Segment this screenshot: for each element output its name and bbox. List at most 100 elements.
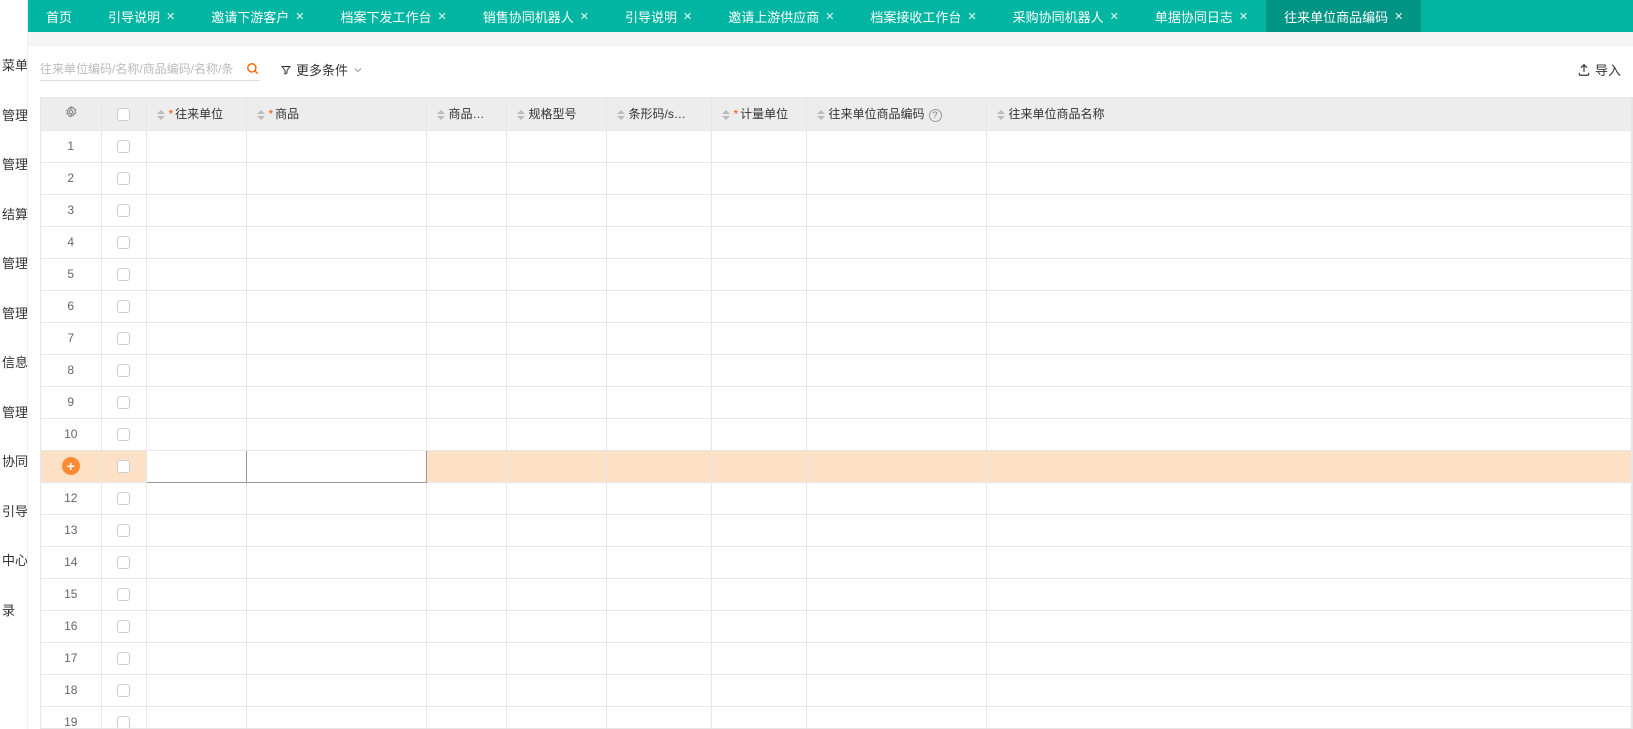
cell[interactable] xyxy=(711,514,806,546)
cell[interactable] xyxy=(806,578,986,610)
sidebar-item[interactable]: 录 xyxy=(0,595,27,627)
sort-icon[interactable] xyxy=(157,110,165,120)
row-checkbox[interactable] xyxy=(117,172,130,185)
col-unit-prod-code[interactable]: 往来单位商品编码? xyxy=(806,98,986,130)
cell[interactable] xyxy=(986,258,1632,290)
cell[interactable] xyxy=(246,194,426,226)
table-row[interactable]: 17 xyxy=(41,642,1632,674)
table-row[interactable]: 10 xyxy=(41,418,1632,450)
table-row[interactable]: 8 xyxy=(41,354,1632,386)
cell[interactable] xyxy=(986,354,1632,386)
cell[interactable] xyxy=(426,642,506,674)
row-checkbox[interactable] xyxy=(117,652,130,665)
cell[interactable] xyxy=(606,674,711,706)
sort-icon[interactable] xyxy=(257,110,265,120)
sidebar-item[interactable]: 菜单 xyxy=(0,50,27,82)
cell[interactable] xyxy=(986,226,1632,258)
cell[interactable] xyxy=(246,610,426,642)
cell[interactable] xyxy=(146,258,246,290)
tab[interactable]: 档案下发工作台✕ xyxy=(322,0,464,32)
cell[interactable] xyxy=(606,162,711,194)
cell[interactable] xyxy=(806,706,986,729)
cell[interactable] xyxy=(606,706,711,729)
cell[interactable] xyxy=(426,162,506,194)
close-icon[interactable]: ✕ xyxy=(1239,10,1248,23)
cell[interactable] xyxy=(246,290,426,322)
cell[interactable] xyxy=(506,322,606,354)
sidebar-item[interactable]: 中心 xyxy=(0,545,27,577)
cell[interactable] xyxy=(506,194,606,226)
cell[interactable] xyxy=(506,354,606,386)
cell[interactable] xyxy=(986,674,1632,706)
cell[interactable] xyxy=(246,706,426,729)
cell[interactable] xyxy=(246,162,426,194)
add-row-button[interactable]: + xyxy=(62,457,80,475)
cell[interactable] xyxy=(711,354,806,386)
search-input[interactable] xyxy=(40,58,246,80)
cell[interactable] xyxy=(711,258,806,290)
cell[interactable] xyxy=(426,386,506,418)
sort-icon[interactable] xyxy=(722,110,730,120)
close-icon[interactable]: ✕ xyxy=(825,10,834,23)
search-icon[interactable] xyxy=(246,62,260,76)
cell[interactable] xyxy=(506,162,606,194)
cell[interactable] xyxy=(711,290,806,322)
tab[interactable]: 档案接收工作台✕ xyxy=(852,0,994,32)
table-row[interactable]: 3 xyxy=(41,194,1632,226)
cell[interactable] xyxy=(146,130,246,162)
table-row[interactable]: 16 xyxy=(41,610,1632,642)
cell[interactable] xyxy=(246,674,426,706)
table-row[interactable]: 5 xyxy=(41,258,1632,290)
cell[interactable] xyxy=(506,642,606,674)
cell[interactable] xyxy=(246,450,426,482)
row-checkbox[interactable] xyxy=(117,300,130,313)
sidebar-item[interactable]: 管理 xyxy=(0,149,27,181)
cell[interactable] xyxy=(146,354,246,386)
cell[interactable] xyxy=(806,194,986,226)
cell[interactable] xyxy=(506,450,606,482)
cell[interactable] xyxy=(711,578,806,610)
tab[interactable]: 引导说明✕ xyxy=(90,0,193,32)
cell[interactable] xyxy=(711,674,806,706)
cell[interactable] xyxy=(506,290,606,322)
tab[interactable]: 首页 xyxy=(28,0,90,32)
more-conditions-button[interactable]: 更多条件 xyxy=(280,60,364,79)
cell[interactable] xyxy=(506,706,606,729)
cell[interactable] xyxy=(606,642,711,674)
cell[interactable] xyxy=(246,514,426,546)
cell[interactable] xyxy=(711,610,806,642)
cell[interactable] xyxy=(806,386,986,418)
sidebar-item[interactable]: 结算 xyxy=(0,199,27,231)
row-checkbox[interactable] xyxy=(117,620,130,633)
cell[interactable] xyxy=(711,386,806,418)
cell[interactable] xyxy=(246,130,426,162)
table-row[interactable]: 13 xyxy=(41,514,1632,546)
col-uom[interactable]: *计量单位 xyxy=(711,98,806,130)
tab[interactable]: 邀请上游供应商✕ xyxy=(710,0,852,32)
cell[interactable] xyxy=(711,162,806,194)
cell[interactable] xyxy=(146,578,246,610)
cell[interactable] xyxy=(146,546,246,578)
row-checkbox[interactable] xyxy=(117,204,130,217)
row-checkbox[interactable] xyxy=(117,236,130,249)
table-row[interactable]: 15 xyxy=(41,578,1632,610)
sidebar-item[interactable]: 管理 xyxy=(0,298,27,330)
row-checkbox[interactable] xyxy=(117,460,130,473)
cell[interactable] xyxy=(711,322,806,354)
cell[interactable] xyxy=(606,418,711,450)
sort-icon[interactable] xyxy=(817,110,825,120)
cell[interactable] xyxy=(426,354,506,386)
cell[interactable] xyxy=(986,642,1632,674)
cell[interactable] xyxy=(426,290,506,322)
table-row[interactable]: 4 xyxy=(41,226,1632,258)
cell[interactable] xyxy=(606,386,711,418)
cell[interactable] xyxy=(806,674,986,706)
cell[interactable] xyxy=(806,642,986,674)
cell[interactable] xyxy=(711,418,806,450)
col-product[interactable]: *商品 xyxy=(246,98,426,130)
cell[interactable] xyxy=(506,674,606,706)
tab[interactable]: 单据协同日志✕ xyxy=(1137,0,1266,32)
cell[interactable] xyxy=(986,322,1632,354)
cell[interactable] xyxy=(606,194,711,226)
cell[interactable] xyxy=(426,578,506,610)
